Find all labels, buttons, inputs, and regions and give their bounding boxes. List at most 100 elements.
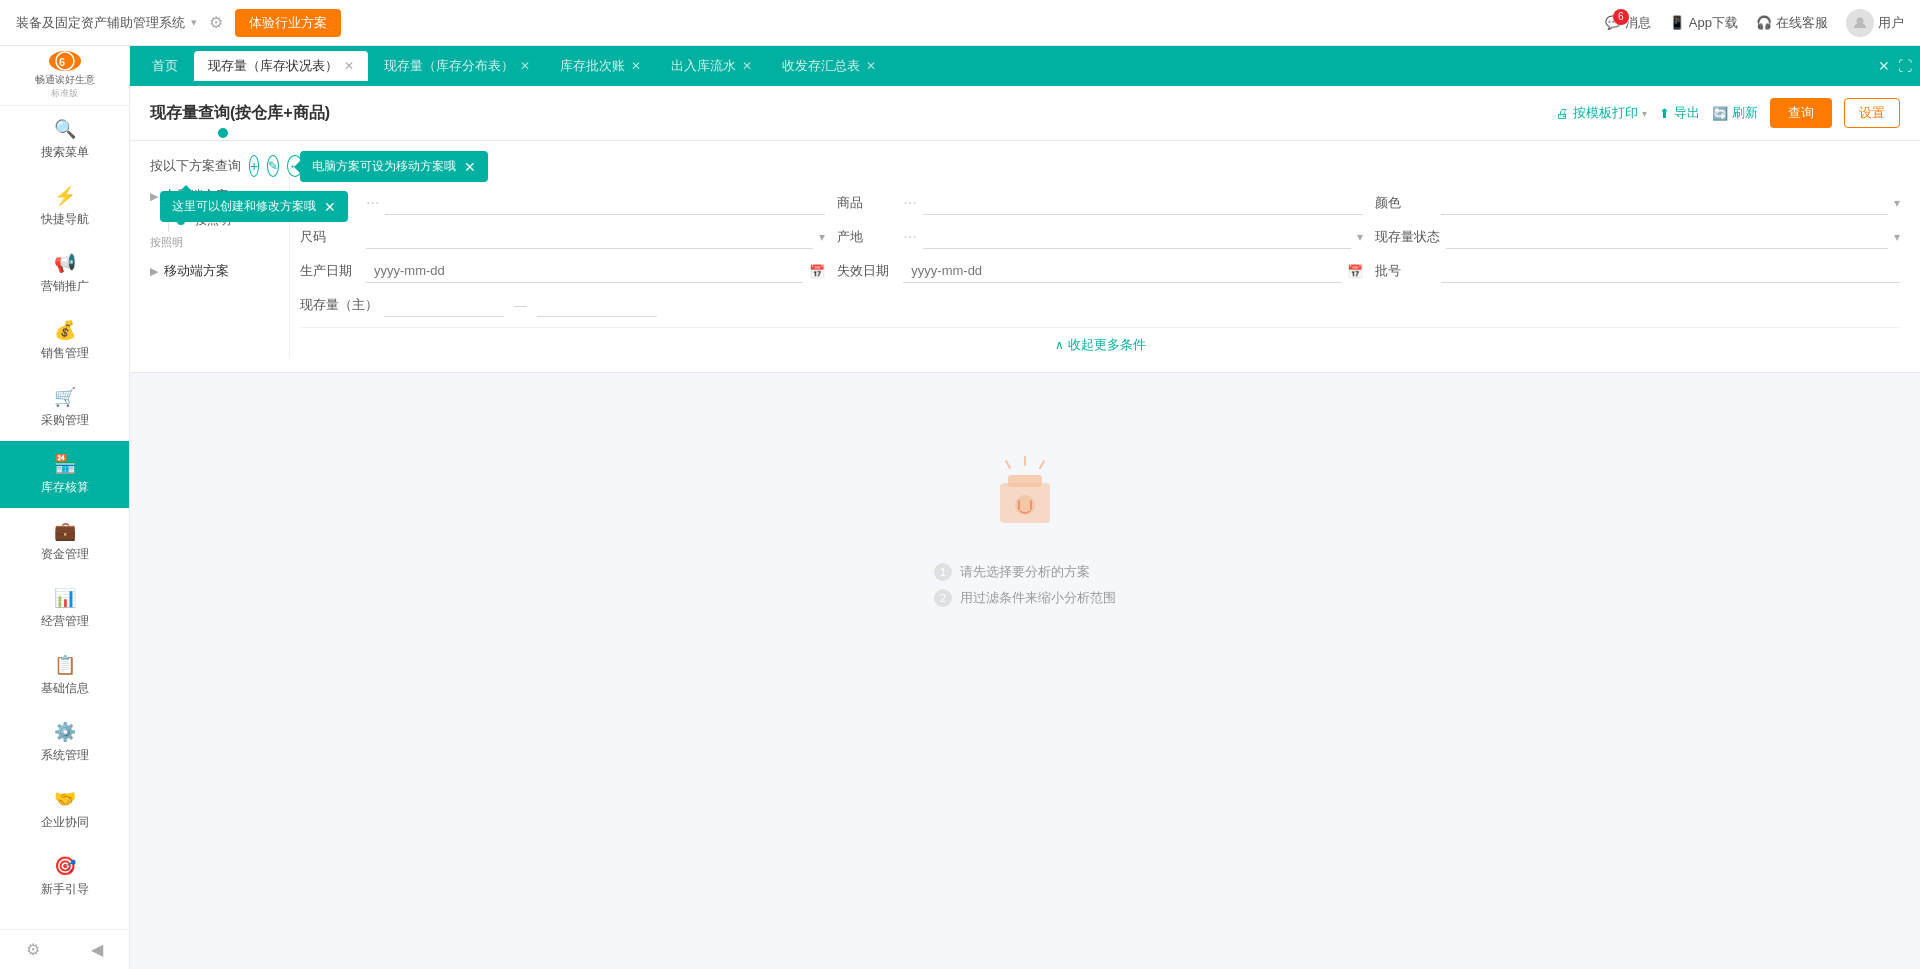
stock-status-dropdown-icon[interactable]: ▾ — [1894, 230, 1900, 244]
name-tooltip-close-icon[interactable]: ✕ — [464, 159, 476, 175]
sidebar-item-purchase[interactable]: 🛒 采购管理 — [0, 374, 129, 441]
tab-close-icon[interactable]: ✕ — [866, 59, 876, 73]
connector-dot — [218, 128, 228, 138]
maximize-icon[interactable]: ⛶ — [1898, 58, 1912, 74]
sidebar-settings-icon[interactable]: ⚙ — [26, 940, 40, 959]
color-dropdown-icon[interactable]: ▾ — [1894, 196, 1900, 210]
filter-row-2: 尺码 ▾ 产地 ··· ▾ 现存量状态 — [300, 225, 1900, 249]
tab-close-icon[interactable]: ✕ — [344, 59, 354, 73]
collapse-label: 收起更多条件 — [1068, 336, 1146, 354]
sidebar-item-enterprise[interactable]: 🤝 企业协同 — [0, 776, 129, 843]
app-download-item[interactable]: 📱 App下载 — [1669, 14, 1738, 32]
refresh-button[interactable]: 🔄 刷新 — [1712, 104, 1758, 122]
collapse-button[interactable]: ∧ 收起更多条件 — [1055, 336, 1146, 354]
sidebar-item-operations[interactable]: 📊 经营管理 — [0, 575, 129, 642]
app-download-label: App下载 — [1689, 14, 1738, 32]
sidebar-item-label: 销售管理 — [41, 345, 89, 362]
stock-status-input[interactable] — [1446, 225, 1888, 249]
sidebar-item-search-menu[interactable]: 🔍 搜索菜单 — [0, 106, 129, 173]
size-input[interactable] — [366, 225, 813, 249]
tab-inventory-status[interactable]: 现存量（库存状况表） ✕ — [194, 51, 368, 81]
user-item[interactable]: 用户 — [1846, 9, 1904, 37]
stock-main-to[interactable] — [537, 293, 657, 317]
logo-area: 6 畅通诶好生意 标准版 — [0, 46, 129, 106]
expand-arrow-icon: ▶ — [150, 190, 158, 203]
tab-home[interactable]: 首页 — [138, 51, 192, 81]
tab-inventory-dist[interactable]: 现存量（库存分布表） ✕ — [370, 51, 544, 81]
tab-close-icon[interactable]: ✕ — [520, 59, 530, 73]
sidebar: 6 畅通诶好生意 标准版 🔍 搜索菜单 ⚡ 快捷导航 📢 营销推广 💰 销售管理… — [0, 46, 130, 969]
mobile-scheme-item[interactable]: ▶ 移动端方案 — [150, 258, 279, 284]
sidebar-collapse-icon[interactable]: ◀ — [91, 940, 103, 959]
svg-rect-4 — [1008, 475, 1042, 487]
filter-row-4: 现存量（主） — — [300, 293, 1900, 317]
tab-in-out-flow[interactable]: 出入库流水 ✕ — [657, 51, 766, 81]
tooltip-text: 这里可以创建和修改方案哦 — [172, 198, 316, 215]
sidebar-item-finance[interactable]: 💼 资金管理 — [0, 508, 129, 575]
sidebar-item-system[interactable]: ⚙️ 系统管理 — [0, 709, 129, 776]
minimize-icon[interactable]: ✕ — [1878, 58, 1890, 74]
settings-button[interactable]: 设置 — [1844, 98, 1900, 128]
chevron-up-icon: ∧ — [1055, 338, 1064, 352]
mobile-scheme-label: 移动端方案 — [164, 262, 229, 280]
name-tooltip-text: 电脑方案可设为移动方案哦 — [312, 158, 456, 175]
goods-input[interactable] — [923, 191, 1363, 215]
filter-row-1: 仓库 ··· 商品 ··· 颜色 — [300, 191, 1900, 215]
tooltip-arrow — [294, 161, 300, 173]
origin-dots[interactable]: ··· — [903, 228, 916, 246]
size-dropdown-icon[interactable]: ▾ — [819, 230, 825, 244]
sidebar-item-guide[interactable]: 🎯 新手引导 — [0, 843, 129, 910]
stock-main-from[interactable] — [384, 293, 504, 317]
edit-scheme-button[interactable]: ✎ — [267, 155, 279, 177]
warehouse-input[interactable] — [385, 191, 825, 215]
sidebar-item-sales[interactable]: 💰 销售管理 — [0, 307, 129, 374]
calendar-icon[interactable]: 📅 — [809, 264, 825, 279]
expiry-date-input[interactable] — [903, 259, 1340, 283]
online-support-label: 在线客服 — [1776, 14, 1828, 32]
online-support-item[interactable]: 🎧 在线客服 — [1756, 14, 1828, 32]
settings-icon[interactable]: ⚙ — [209, 13, 223, 32]
step-num-2: 2 — [934, 589, 952, 607]
color-input[interactable] — [1441, 191, 1888, 215]
template-print-button[interactable]: 🖨 按模板打印 ▾ — [1556, 104, 1647, 122]
add-scheme-button[interactable]: + — [249, 155, 259, 177]
tab-close-icon[interactable]: ✕ — [631, 59, 641, 73]
goods-dots[interactable]: ··· — [903, 194, 916, 212]
origin-field: 产地 ··· ▾ — [837, 225, 1362, 249]
sidebar-item-quick-nav[interactable]: ⚡ 快捷导航 — [0, 173, 129, 240]
collapse-bar: ∧ 收起更多条件 — [300, 327, 1900, 358]
batch-no-input[interactable] — [1441, 259, 1900, 283]
export-button[interactable]: ⬆ 导出 — [1659, 104, 1700, 122]
name-tooltip-wrapper: 电脑方案可设为移动方案哦 ✕ — [300, 151, 488, 182]
origin-dropdown-icon[interactable]: ▾ — [1357, 230, 1363, 244]
calendar-icon-2[interactable]: 📅 — [1347, 264, 1363, 279]
prod-date-input[interactable] — [366, 259, 803, 283]
size-field: 尺码 ▾ — [300, 225, 825, 249]
search-button[interactable]: 查询 — [1770, 98, 1832, 128]
origin-input[interactable] — [923, 225, 1351, 249]
sidebar-item-label: 企业协同 — [41, 814, 89, 831]
sidebar-item-label: 新手引导 — [41, 881, 89, 898]
sidebar-item-basic[interactable]: 📋 基础信息 — [0, 642, 129, 709]
page-title: 现存量查询(按仓库+商品) — [150, 103, 330, 124]
page-actions: 🖨 按模板打印 ▾ ⬆ 导出 🔄 刷新 查询 设置 — [1556, 98, 1900, 128]
expiry-date-field: 失效日期 📅 — [837, 259, 1362, 283]
tab-close-icon[interactable]: ✕ — [742, 59, 752, 73]
sidebar-item-label: 采购管理 — [41, 412, 89, 429]
stock-status-field: 现存量状态 ▾ — [1375, 225, 1900, 249]
app-module-selector[interactable]: 装备及固定资产辅助管理系统 ▾ — [16, 14, 197, 32]
tab-label: 收发存汇总表 — [782, 57, 860, 75]
messages-item[interactable]: 💬 6 消息 — [1605, 14, 1651, 32]
sidebar-item-marketing[interactable]: 📢 营销推广 — [0, 240, 129, 307]
tab-receive-summary[interactable]: 收发存汇总表 ✕ — [768, 51, 890, 81]
sidebar-item-inventory[interactable]: 🏪 库存核算 — [0, 441, 129, 508]
warehouse-dots[interactable]: ··· — [366, 194, 379, 212]
tooltip-spacer — [300, 155, 1900, 191]
tooltip-close-icon[interactable]: ✕ — [324, 199, 336, 215]
tab-label: 库存批次账 — [560, 57, 625, 75]
range-separator: — — [510, 298, 531, 313]
message-badge: 6 — [1613, 9, 1629, 25]
tab-batch-account[interactable]: 库存批次账 ✕ — [546, 51, 655, 81]
trial-button[interactable]: 体验行业方案 — [235, 9, 341, 37]
stock-main-field: 现存量（主） — — [300, 293, 1900, 317]
